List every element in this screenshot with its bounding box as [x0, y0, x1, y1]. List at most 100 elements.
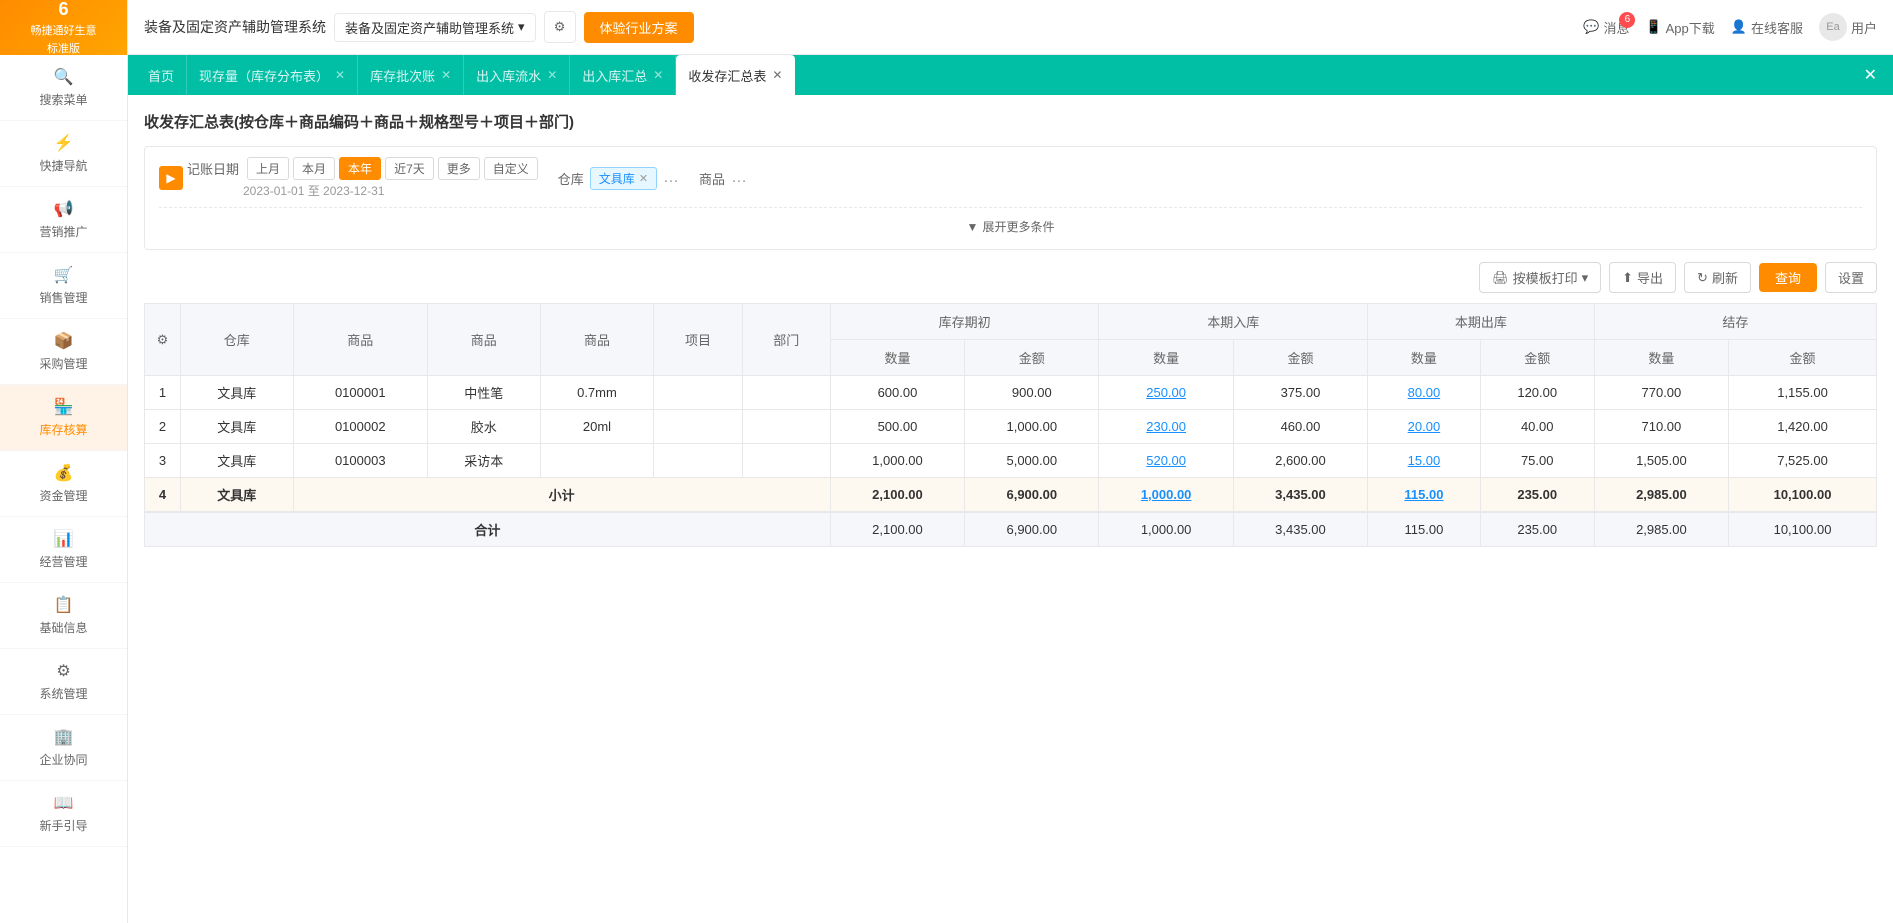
sales-icon: 🛒: [54, 265, 74, 285]
date-btn-this-year[interactable]: 本年: [339, 157, 381, 180]
tab-home[interactable]: 首页: [136, 55, 187, 95]
sidebar-item-finance[interactable]: 💰 资金管理: [0, 451, 127, 517]
total-bal-amt: 10,100.00: [1729, 512, 1877, 547]
system-dropdown[interactable]: 装备及固定资产辅助管理系统 ▾: [334, 13, 536, 42]
row-spec-1: 20ml: [540, 410, 654, 444]
col-spec-header: 商品: [540, 304, 654, 376]
tab-close-icon[interactable]: ✕: [772, 68, 782, 82]
tab-bar: 首页 现存量（库存分布表） ✕ 库存批次账 ✕ 出入库流水 ✕ 出入库汇总 ✕ …: [128, 55, 1893, 95]
date-btn-this-month[interactable]: 本月: [293, 157, 335, 180]
date-btn-more[interactable]: 更多: [438, 157, 480, 180]
col-bal-qty-header: 数量: [1594, 340, 1728, 376]
print-dropdown-icon: ▾: [1582, 270, 1589, 286]
online-service-item[interactable]: 👤 在线客服: [1731, 18, 1803, 37]
app-download-label: App下载: [1666, 18, 1715, 37]
experience-button[interactable]: 体验行业方案: [584, 12, 694, 43]
row-out-qty-0[interactable]: 80.00: [1368, 376, 1481, 410]
export-button[interactable]: ⬆ 导出: [1609, 262, 1676, 293]
row-out-qty-2[interactable]: 15.00: [1368, 444, 1481, 478]
subtotal-num: 4: [145, 478, 181, 513]
logo-icon: 6: [58, 0, 68, 20]
filter-toggle-icon[interactable]: ▶: [159, 166, 183, 190]
settings-icon[interactable]: ⚙: [544, 11, 576, 43]
sidebar-item-quick_nav[interactable]: ⚡ 快捷导航: [0, 121, 127, 187]
refresh-button[interactable]: ↻ 刷新: [1684, 262, 1751, 293]
query-button[interactable]: 查询: [1759, 263, 1817, 292]
warehouse-tag-close-icon[interactable]: ✕: [639, 172, 648, 185]
sidebar-item-label: 库存核算: [39, 421, 87, 438]
sidebar-item-search[interactable]: 🔍 搜索菜单: [0, 55, 127, 121]
tab-close-icon[interactable]: ✕: [547, 68, 557, 82]
date-btn-7days[interactable]: 近7天: [385, 157, 434, 180]
filter-panel: ▶ 记账日期 上月 本月 本年 近7天 更多 自定义: [144, 146, 1877, 250]
row-in-qty-2[interactable]: 520.00: [1099, 444, 1233, 478]
row-name-0: 中性笔: [427, 376, 540, 410]
sidebar-item-purchase[interactable]: 📦 采购管理: [0, 319, 127, 385]
col-bal-amt-header: 金额: [1729, 340, 1877, 376]
row-dept-2: [742, 444, 830, 478]
sidebar-item-label: 新手引导: [39, 817, 87, 834]
col-out-qty-header: 数量: [1368, 340, 1481, 376]
table-row: 2 文具库 0100002 胶水 20ml 500.00 1,000.00 23…: [145, 410, 1877, 444]
expand-row: ▼ 展开更多条件: [159, 207, 1862, 239]
col-settings-header[interactable]: ⚙: [145, 304, 181, 376]
goods-dots[interactable]: …: [731, 169, 747, 187]
sidebar-item-marketing[interactable]: 📢 营销推广: [0, 187, 127, 253]
sidebar-item-operations[interactable]: 📊 经营管理: [0, 517, 127, 583]
phone-icon: 📱: [1645, 19, 1661, 35]
row-dept-1: [742, 410, 830, 444]
row-in-qty-0[interactable]: 250.00: [1099, 376, 1233, 410]
subtotal-warehouse: 文具库: [181, 478, 294, 513]
user-item[interactable]: Ea 用户: [1819, 13, 1877, 41]
sidebar-item-system[interactable]: ⚙ 系统管理: [0, 649, 127, 715]
filter-main-row: ▶ 记账日期 上月 本月 本年 近7天 更多 自定义: [159, 157, 1862, 199]
tab-close-icon[interactable]: ✕: [653, 68, 663, 82]
tab-recv-send-summary[interactable]: 收发存汇总表 ✕: [676, 55, 795, 95]
date-btn-last-month[interactable]: 上月: [247, 157, 289, 180]
row-project-0: [654, 376, 742, 410]
row-num-1: 2: [145, 410, 181, 444]
print-button[interactable]: 🖨 按模板打印 ▾: [1479, 262, 1601, 293]
date-shortcuts: 上月 本月 本年 近7天 更多 自定义: [247, 157, 538, 180]
tab-stock-dist[interactable]: 现存量（库存分布表） ✕: [187, 55, 358, 95]
goods-label: 商品: [699, 169, 725, 188]
online-service-label: 在线客服: [1751, 18, 1803, 37]
subtotal-out-amt: 235.00: [1480, 478, 1594, 513]
sidebar-item-enterprise[interactable]: 🏢 企业协同: [0, 715, 127, 781]
print-label: 按模板打印: [1513, 268, 1578, 287]
row-out-qty-1[interactable]: 20.00: [1368, 410, 1481, 444]
expand-arrow-icon: ▼: [967, 220, 979, 234]
sidebar-item-basic_info[interactable]: 📋 基础信息: [0, 583, 127, 649]
row-open-qty-0: 600.00: [830, 376, 964, 410]
table-row: 3 文具库 0100003 采访本 1,000.00 5,000.00 520.…: [145, 444, 1877, 478]
sidebar-item-sales[interactable]: 🛒 销售管理: [0, 253, 127, 319]
col-bal-header: 结存: [1594, 304, 1876, 340]
sidebar-item-inventory[interactable]: 🏪 库存核算: [0, 385, 127, 451]
tab-inout-summary[interactable]: 出入库汇总 ✕: [570, 55, 676, 95]
date-btn-custom[interactable]: 自定义: [484, 157, 538, 180]
sidebar-item-label: 基础信息: [39, 619, 87, 636]
messages-item[interactable]: 💬 消息 6: [1583, 18, 1629, 37]
col-warehouse-header: 仓库: [181, 304, 294, 376]
tab-close-icon[interactable]: ✕: [441, 68, 451, 82]
table-settings-button[interactable]: 设置: [1825, 262, 1877, 293]
tab-close-icon[interactable]: ✕: [335, 68, 345, 82]
total-open-amt: 6,900.00: [965, 512, 1099, 547]
row-code-0: 0100001: [293, 376, 427, 410]
tab-batch-ledger[interactable]: 库存批次账 ✕: [358, 55, 464, 95]
row-warehouse-1: 文具库: [181, 410, 294, 444]
row-out-amt-0: 120.00: [1480, 376, 1594, 410]
header-left: 装备及固定资产辅助管理系统 装备及固定资产辅助管理系统 ▾ ⚙ 体验行业方案: [144, 11, 694, 43]
date-range-text: 2023-01-01 至 2023-12-31: [243, 184, 384, 198]
row-in-qty-1[interactable]: 230.00: [1099, 410, 1233, 444]
avatar: Ea: [1819, 13, 1847, 41]
total-out-amt: 235.00: [1480, 512, 1594, 547]
sidebar-item-guide[interactable]: 📖 新手引导: [0, 781, 127, 847]
app-download-item[interactable]: 📱 App下载: [1645, 18, 1714, 37]
tab-bar-close-icon[interactable]: ✕: [1856, 65, 1885, 85]
expand-button[interactable]: ▼ 展开更多条件: [959, 214, 1063, 239]
tab-inout-flow[interactable]: 出入库流水 ✕: [464, 55, 570, 95]
subtotal-label: 小计: [293, 478, 830, 513]
tab-home-label: 首页: [148, 66, 174, 85]
warehouse-dots[interactable]: …: [663, 169, 679, 187]
